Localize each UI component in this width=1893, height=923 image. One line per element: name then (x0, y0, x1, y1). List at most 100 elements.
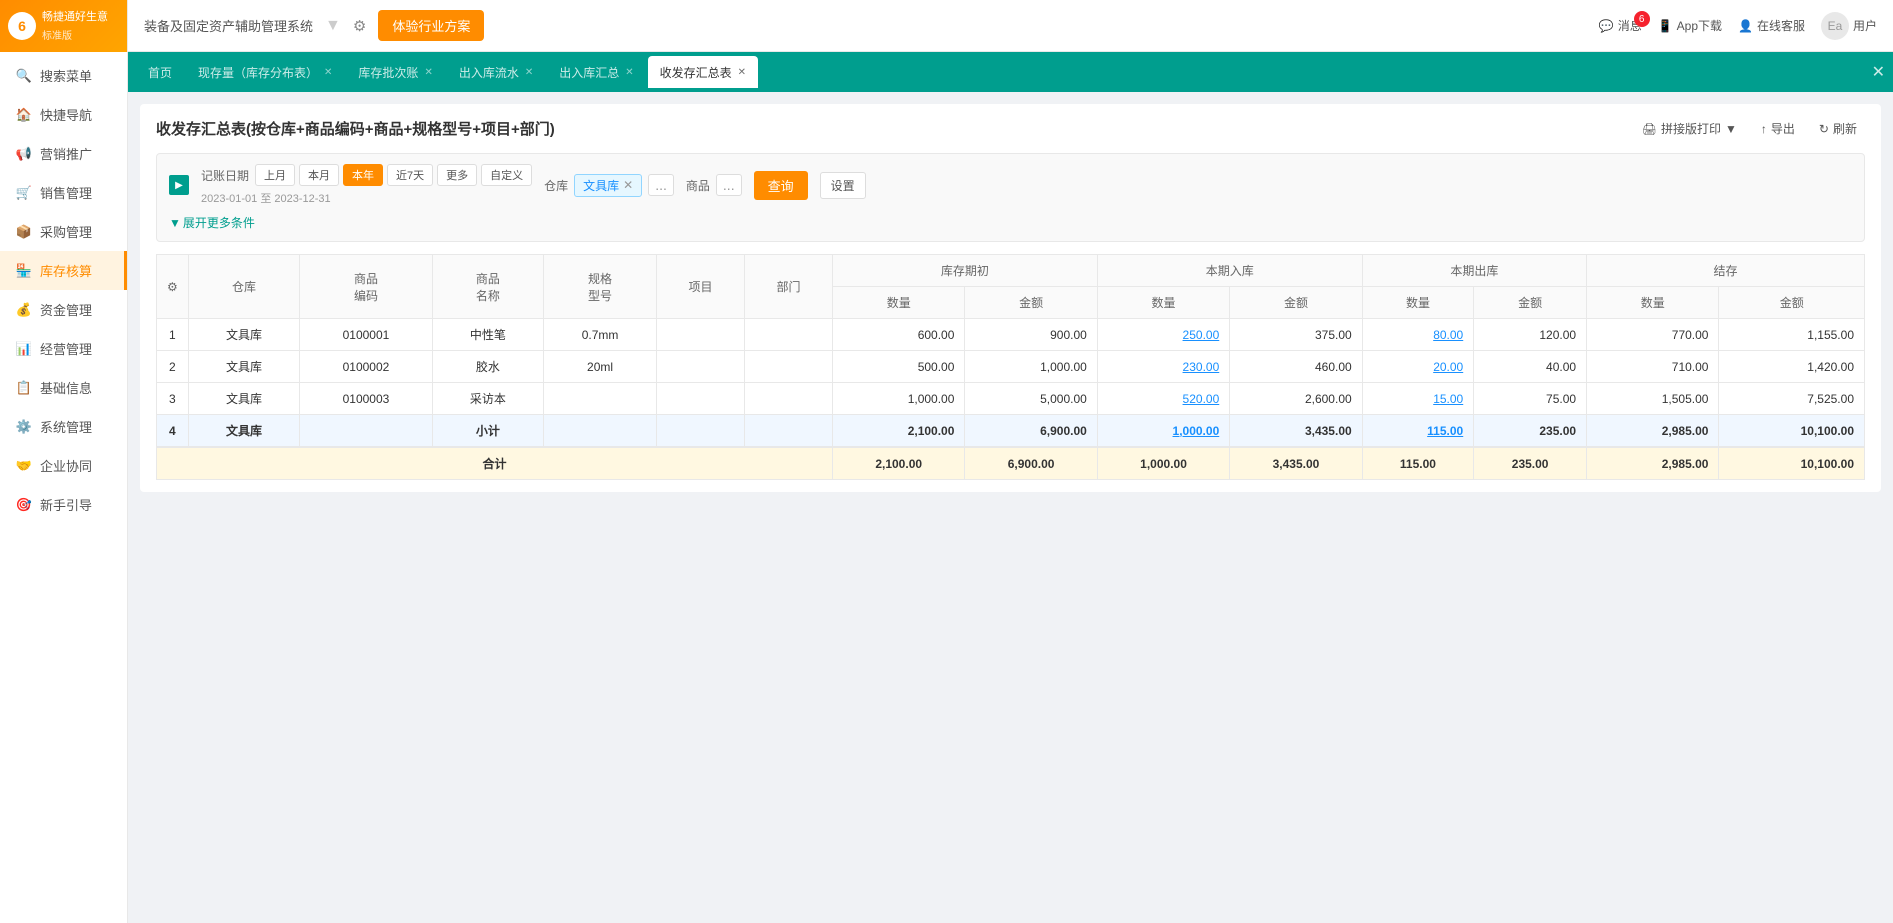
inventory-icon: 🏪 (16, 263, 32, 279)
row-in-qty[interactable]: 230.00 (1097, 351, 1229, 383)
warehouse-tag-close[interactable]: ✕ (623, 178, 633, 192)
row-open-amt: 6,900.00 (965, 415, 1097, 448)
sidebar-item-operations-label: 经营管理 (40, 339, 92, 358)
tab-home-label: 首页 (148, 64, 172, 81)
app-download-item[interactable]: 📱 App下载 (1658, 17, 1722, 34)
th-close-qty: 数量 (1587, 287, 1719, 319)
date-btn-7days[interactable]: 近7天 (387, 164, 433, 186)
th-opening-group: 库存期初 (832, 255, 1097, 287)
sidebar-item-purchase[interactable]: 📦 采购管理 (0, 212, 127, 251)
tab-recv-send-summary-close[interactable]: ✕ (738, 67, 746, 78)
experience-btn[interactable]: 体验行业方案 (378, 10, 484, 41)
tab-batch-ledger-close[interactable]: ✕ (424, 67, 432, 78)
sidebar-item-cooperation[interactable]: 🤝 企业协同 (0, 446, 127, 485)
page-title: 收发存汇总表(按仓库+商品编码+商品+规格型号+项目+部门) (156, 118, 555, 139)
row-in-qty[interactable]: 520.00 (1097, 383, 1229, 415)
refresh-icon: ↻ (1819, 122, 1829, 136)
row-dept (744, 351, 832, 383)
row-no: 4 (157, 415, 189, 448)
sidebar-item-inventory[interactable]: 🏪 库存核算 (0, 251, 127, 290)
home-icon: 🏠 (16, 107, 32, 123)
tabs-close-all[interactable]: ✕ (1872, 62, 1885, 82)
row-open-amt: 900.00 (965, 319, 1097, 351)
operations-icon: 📊 (16, 341, 32, 357)
phone-icon: 📱 (1658, 19, 1673, 33)
date-btn-more[interactable]: 更多 (437, 164, 477, 186)
sidebar-item-guide-label: 新手引导 (40, 495, 92, 514)
sidebar-item-basic-info[interactable]: 📋 基础信息 (0, 368, 127, 407)
row-out-qty[interactable]: 20.00 (1362, 351, 1474, 383)
date-btn-this-year[interactable]: 本年 (343, 164, 383, 186)
sidebar-item-operations[interactable]: 📊 经营管理 (0, 329, 127, 368)
row-project (656, 415, 744, 448)
th-dept: 部门 (744, 255, 832, 319)
data-table: ⚙ 仓库 商品编码 商品名称 规格型号 项目 部门 库存期初 本期入库 本期出库… (156, 254, 1865, 480)
row-open-amt: 5,000.00 (965, 383, 1097, 415)
filter-expand-btn[interactable]: ▼ 展开更多条件 (169, 214, 1852, 231)
row-out-qty[interactable]: 15.00 (1362, 383, 1474, 415)
row-out-amt: 120.00 (1474, 319, 1587, 351)
message-item[interactable]: 💬 消息 6 (1599, 17, 1642, 34)
row-in-qty[interactable]: 250.00 (1097, 319, 1229, 351)
row-out-qty[interactable]: 80.00 (1362, 319, 1474, 351)
tab-inout-summary-close[interactable]: ✕ (625, 67, 633, 78)
th-in-amt: 金额 (1230, 287, 1362, 319)
export-btn[interactable]: ↑ 导出 (1753, 116, 1803, 141)
row-no: 1 (157, 319, 189, 351)
date-btn-this-month[interactable]: 本月 (299, 164, 339, 186)
filter-collapse-arrow[interactable]: ▶ (169, 175, 189, 195)
sidebar-item-search[interactable]: 🔍 搜索菜单 (0, 56, 127, 95)
row-code (300, 415, 432, 448)
tab-stock-dist[interactable]: 现存量（库存分布表） ✕ (186, 56, 344, 88)
setting-button[interactable]: 设置 (820, 172, 866, 199)
tab-batch-ledger[interactable]: 库存批次账 ✕ (346, 56, 444, 88)
sidebar-item-guide[interactable]: 🎯 新手引导 (0, 485, 127, 524)
tab-inout-flow[interactable]: 出入库流水 ✕ (447, 56, 545, 88)
row-out-amt: 40.00 (1474, 351, 1587, 383)
tab-home[interactable]: 首页 (136, 56, 184, 88)
warehouse-more-btn[interactable]: ... (648, 174, 674, 196)
sidebar-item-marketing[interactable]: 📢 营销推广 (0, 134, 127, 173)
print-btn[interactable]: 🖨 拼接版打印 ▼ (1634, 116, 1745, 141)
row-out-qty[interactable]: 115.00 (1362, 415, 1474, 448)
date-btn-custom[interactable]: 自定义 (481, 164, 532, 186)
th-settings[interactable]: ⚙ (157, 255, 189, 319)
th-out-qty: 数量 (1362, 287, 1474, 319)
gear-icon[interactable]: ⚙ (353, 17, 366, 35)
sales-icon: 🛒 (16, 185, 32, 201)
th-out-amt: 金额 (1474, 287, 1587, 319)
tab-inout-summary[interactable]: 出入库汇总 ✕ (547, 56, 645, 88)
row-in-qty[interactable]: 1,000.00 (1097, 415, 1229, 448)
avatar: Ea (1821, 12, 1849, 40)
expand-label: 展开更多条件 (183, 214, 255, 231)
sidebar-item-system[interactable]: ⚙️ 系统管理 (0, 407, 127, 446)
sidebar-item-finance[interactable]: 💰 资金管理 (0, 290, 127, 329)
user-item[interactable]: Ea 用户 (1821, 12, 1877, 40)
sidebar-item-sales[interactable]: 🛒 销售管理 (0, 173, 127, 212)
sidebar-item-quick-nav[interactable]: 🏠 快捷导航 (0, 95, 127, 134)
tab-inout-flow-close[interactable]: ✕ (525, 67, 533, 78)
online-service-item[interactable]: 👤 在线客服 (1738, 17, 1805, 34)
row-in-amt: 2,600.00 (1230, 383, 1362, 415)
row-name: 小计 (432, 415, 543, 448)
th-out-group: 本期出库 (1362, 255, 1586, 287)
tab-stock-dist-close[interactable]: ✕ (324, 67, 332, 78)
row-close-amt: 10,100.00 (1719, 415, 1865, 448)
row-spec: 0.7mm (544, 319, 657, 351)
refresh-btn[interactable]: ↻ 刷新 (1811, 116, 1865, 141)
product-filter-group: 商品 ... (686, 174, 742, 196)
guide-icon: 🎯 (16, 497, 32, 513)
product-more-btn[interactable]: ... (716, 174, 742, 196)
th-close-amt: 金额 (1719, 287, 1865, 319)
query-button[interactable]: 查询 (754, 171, 808, 200)
filter-bar: ▶ 记账日期 上月 本月 本年 近7天 更多 自定义 (156, 153, 1865, 242)
date-btn-last-month[interactable]: 上月 (255, 164, 295, 186)
tab-recv-send-summary[interactable]: 收发存汇总表 ✕ (648, 56, 758, 88)
online-service-label: 在线客服 (1757, 17, 1805, 34)
user-label: 用户 (1853, 17, 1877, 34)
row-warehouse: 文具库 (188, 415, 299, 448)
footer-open-amt: 6,900.00 (965, 447, 1097, 480)
system-name: 装备及固定资产辅助管理系统 (144, 16, 313, 35)
finance-icon: 💰 (16, 302, 32, 318)
row-out-amt: 75.00 (1474, 383, 1587, 415)
